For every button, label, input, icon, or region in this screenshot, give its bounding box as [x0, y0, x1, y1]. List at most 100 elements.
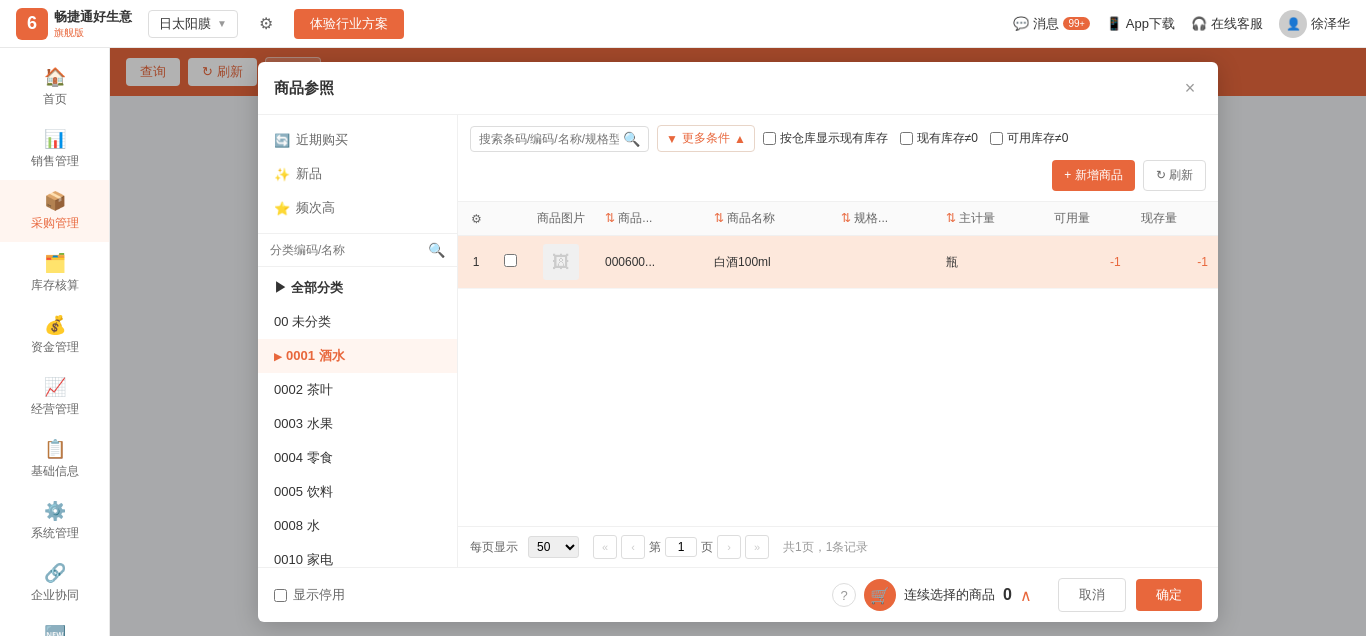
cancel-button[interactable]: 取消 — [1058, 578, 1126, 612]
sidebar: 🏠 首页 📊 销售管理 📦 采购管理 🗂️ 库存核算 💰 资金管理 📈 经营管理… — [0, 48, 110, 636]
first-page-btn[interactable]: « — [593, 535, 617, 559]
modal-overlay: 商品参照 × 🔄 近期购买 ✨ 新 — [110, 48, 1366, 636]
frequent-tab[interactable]: ⭐ 频次高 — [258, 191, 457, 225]
prev-page-btn[interactable]: ‹ — [621, 535, 645, 559]
navbar-right: 💬 消息 99+ 📱 App下载 🎧 在线客服 👤 徐泽华 — [1013, 10, 1350, 38]
add-product-btn[interactable]: + 新增商品 — [1052, 160, 1134, 191]
product-panel: 🔍 ▼ 更多条件 ▲ 按仓库显示现有库存 — [458, 115, 1218, 567]
cart-collapse-icon[interactable]: ∧ — [1020, 586, 1032, 605]
th-settings[interactable]: ⚙ — [458, 202, 494, 236]
th-name[interactable]: ⇅ 商品名称 — [704, 202, 831, 236]
help-icon[interactable]: ? — [832, 583, 856, 607]
refresh-btn[interactable]: ↻ 刷新 — [1143, 160, 1206, 191]
content-area: 查询 ↻ 刷新 设置 商品参照 × 🔄 — [110, 48, 1366, 636]
sidebar-item-newbie[interactable]: 🆕 新手引导 — [0, 614, 109, 636]
row-checkbox[interactable] — [504, 254, 517, 267]
stock-ne0-checkbox[interactable]: 现有库存≠0 — [900, 130, 978, 147]
available-ne0-checkbox[interactable]: 可用库存≠0 — [990, 130, 1068, 147]
page-buttons: « ‹ 第 页 › » — [593, 535, 769, 559]
settings-icon[interactable]: ⚙ — [250, 8, 282, 40]
disabled-checkbox[interactable] — [274, 589, 287, 602]
table-header-row: ⚙ 商品图片 ⇅ 商品... — [458, 202, 1218, 236]
close-icon[interactable]: × — [1178, 76, 1202, 100]
last-page-btn[interactable]: » — [745, 535, 769, 559]
category-item-0010[interactable]: 0010 家电 — [258, 543, 457, 567]
td-index: 1 — [458, 236, 494, 289]
warehouse-display-checkbox[interactable]: 按仓库显示现有库存 — [763, 130, 888, 147]
product-search-input[interactable] — [479, 132, 619, 146]
product-search-icon[interactable]: 🔍 — [623, 131, 640, 147]
category-panel: 🔄 近期购买 ✨ 新品 ⭐ 频次高 — [258, 115, 458, 567]
avatar: 👤 — [1279, 10, 1307, 38]
frequent-icon: ⭐ — [274, 201, 290, 216]
cart-label: 连续选择的商品 — [904, 586, 995, 604]
category-tabs: 🔄 近期购买 ✨ 新品 ⭐ 频次高 — [258, 115, 457, 234]
new-products-tab[interactable]: ✨ 新品 — [258, 157, 457, 191]
category-search-input[interactable] — [270, 243, 422, 257]
basic-info-icon: 📋 — [44, 438, 66, 460]
per-page-select[interactable]: 50 10 20 100 — [528, 536, 579, 558]
sidebar-item-basic-info[interactable]: 📋 基础信息 — [0, 428, 109, 490]
active-arrow-icon: ▶ — [274, 351, 282, 362]
sort-unit-icon: ⇅ — [946, 211, 956, 225]
cart-count: 0 — [1003, 586, 1012, 604]
sidebar-item-home[interactable]: 🏠 首页 — [0, 56, 109, 118]
sidebar-item-operations[interactable]: 📈 经营管理 — [0, 366, 109, 428]
cart-icon[interactable]: 🛒 — [864, 579, 896, 611]
recent-purchase-tab[interactable]: 🔄 近期购买 — [258, 123, 457, 157]
product-search-box: 🔍 — [470, 126, 649, 152]
all-categories-item[interactable]: ▶ 全部分类 — [258, 271, 457, 305]
logo: 6 畅捷通好生意 旗舰版 — [16, 8, 132, 40]
category-item-0003[interactable]: 0003 水果 — [258, 407, 457, 441]
th-unit[interactable]: ⇅ 主计量 — [936, 202, 1044, 236]
td-check[interactable] — [494, 236, 527, 289]
branch-selector[interactable]: 日太阳膜 ▼ — [148, 10, 238, 38]
main-layout: 🏠 首页 📊 销售管理 📦 采购管理 🗂️ 库存核算 💰 资金管理 📈 经营管理… — [0, 48, 1366, 636]
more-filters-btn[interactable]: ▼ 更多条件 ▲ — [657, 125, 755, 152]
chevron-down-icon: ▼ — [217, 18, 227, 29]
category-search-icon[interactable]: 🔍 — [428, 242, 445, 258]
sidebar-item-purchase[interactable]: 📦 采购管理 — [0, 180, 109, 242]
th-stock[interactable]: 现存量 — [1131, 202, 1218, 236]
show-disabled-checkbox[interactable]: 显示停用 — [274, 586, 345, 604]
next-page-btn[interactable]: › — [717, 535, 741, 559]
th-available[interactable]: 可用量 — [1044, 202, 1131, 236]
product-toolbar: 🔍 ▼ 更多条件 ▲ 按仓库显示现有库存 — [458, 115, 1218, 202]
sidebar-item-finance[interactable]: 💰 资金管理 — [0, 304, 109, 366]
sales-icon: 📊 — [44, 128, 66, 150]
category-item-0008[interactable]: 0008 水 — [258, 509, 457, 543]
messages-btn[interactable]: 💬 消息 99+ — [1013, 15, 1089, 33]
category-item-0002[interactable]: 0002 茶叶 — [258, 373, 457, 407]
product-table: ⚙ 商品图片 ⇅ 商品... — [458, 202, 1218, 289]
per-page-label: 每页显示 — [470, 539, 518, 556]
td-name: 白酒100ml — [704, 236, 831, 289]
sidebar-item-sales[interactable]: 📊 销售管理 — [0, 118, 109, 180]
confirm-button[interactable]: 确定 — [1136, 579, 1202, 611]
finance-icon: 💰 — [44, 314, 66, 336]
th-code[interactable]: ⇅ 商品... — [595, 202, 704, 236]
all-categories-label: ▶ 全部分类 — [274, 279, 343, 297]
user-profile[interactable]: 👤 徐泽华 — [1279, 10, 1350, 38]
experience-btn[interactable]: 体验行业方案 — [294, 9, 404, 39]
recent-icon: 🔄 — [274, 133, 290, 148]
category-item-0004[interactable]: 0004 零食 — [258, 441, 457, 475]
sidebar-item-system[interactable]: ⚙️ 系统管理 — [0, 490, 109, 552]
td-spec — [831, 236, 936, 289]
home-icon: 🏠 — [44, 66, 66, 88]
sidebar-item-enterprise[interactable]: 🔗 企业协同 — [0, 552, 109, 614]
th-img: 商品图片 — [527, 202, 595, 236]
filter-arrow-icon: ▲ — [734, 132, 746, 146]
category-item-00[interactable]: 00 未分类 — [258, 305, 457, 339]
category-item-0001[interactable]: ▶ 0001 酒水 — [258, 339, 457, 373]
table-row[interactable]: 1 🖼 000600... 白酒100ml — [458, 236, 1218, 289]
td-code: 000600... — [595, 236, 704, 289]
page-number-input[interactable] — [665, 537, 697, 557]
product-table-wrapper: ⚙ 商品图片 ⇅ 商品... — [458, 202, 1218, 526]
th-spec[interactable]: ⇅ 规格... — [831, 202, 936, 236]
app-download-btn[interactable]: 📱 App下载 — [1106, 15, 1175, 33]
operations-icon: 📈 — [44, 376, 66, 398]
sidebar-item-inventory[interactable]: 🗂️ 库存核算 — [0, 242, 109, 304]
new-icon: ✨ — [274, 167, 290, 182]
online-service-btn[interactable]: 🎧 在线客服 — [1191, 15, 1263, 33]
category-item-0005[interactable]: 0005 饮料 — [258, 475, 457, 509]
